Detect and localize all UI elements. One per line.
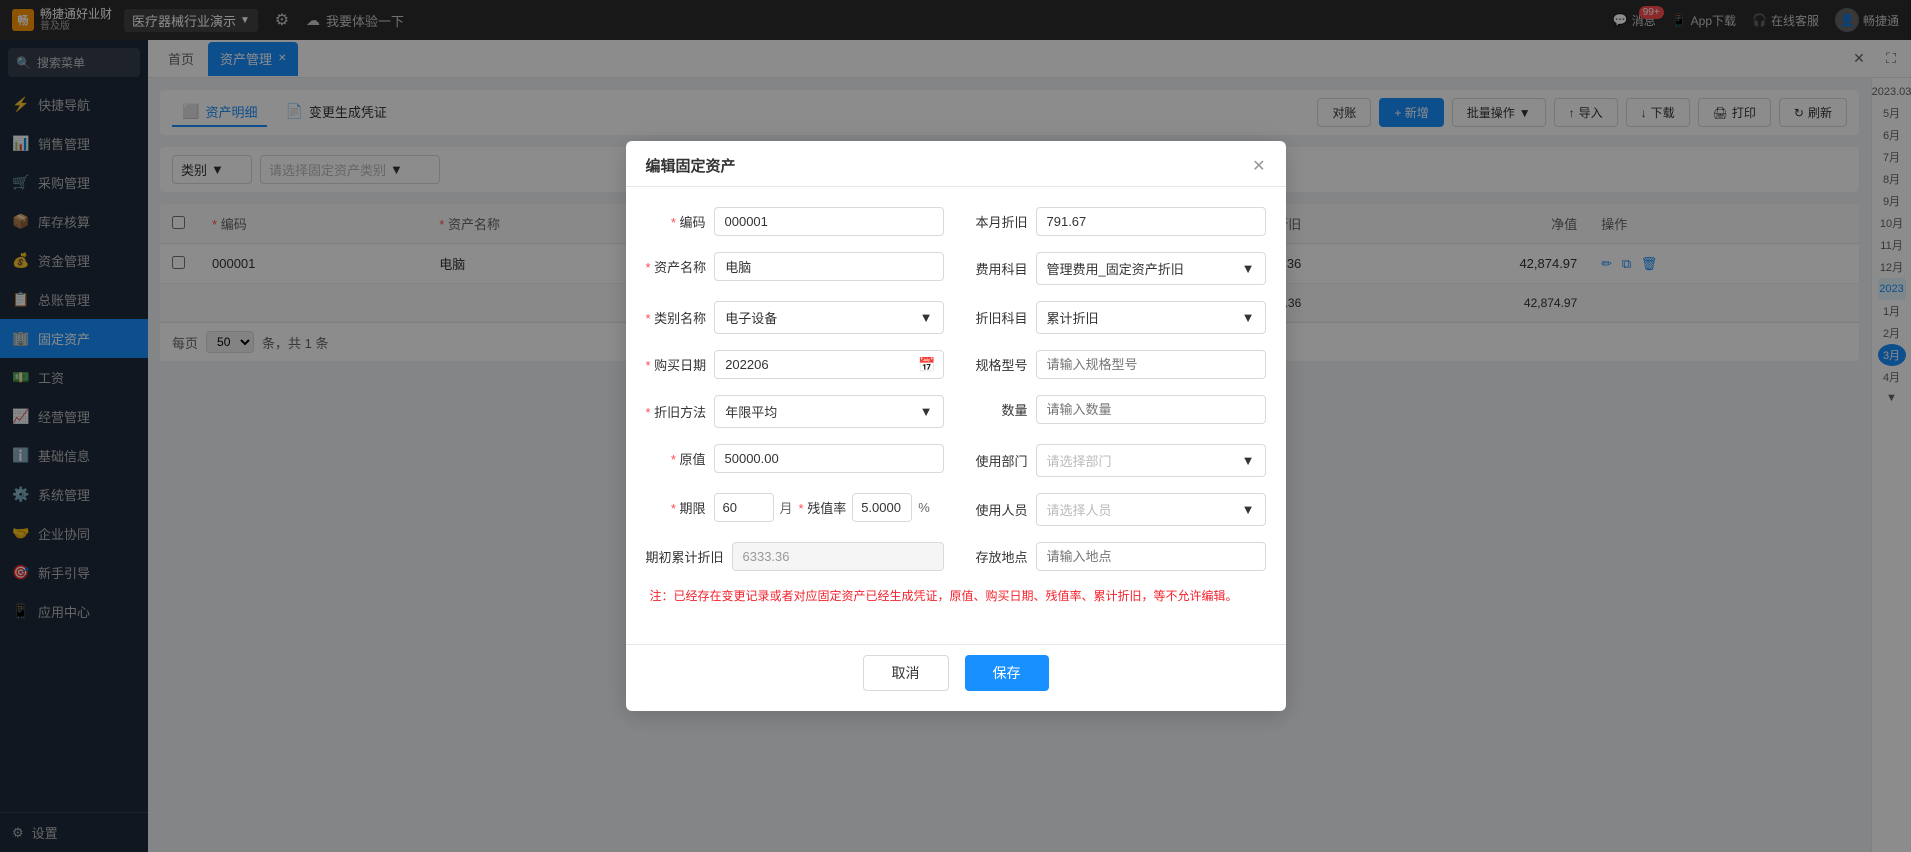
form-group-name: 资产名称 (646, 252, 944, 281)
initial-dep-input[interactable] (732, 542, 944, 571)
form-row-5: 折旧方法 年限平均 ▼ 数量 (646, 395, 1266, 428)
location-input[interactable] (1036, 542, 1266, 571)
calendar-icon[interactable]: 📅 (918, 356, 935, 373)
form-group-monthly-dep: 本月折旧 (968, 207, 1266, 236)
period-unit: 月 (780, 498, 793, 517)
dep-account-value: 累计折旧 (1047, 308, 1099, 327)
expense-account-label: 费用科目 (968, 259, 1028, 278)
form-group-expense-account: 费用科目 管理费用_固定资产折旧 ▼ (968, 252, 1266, 285)
edit-asset-modal: 编辑固定资产 ✕ 编码 本月折旧 资产名称 (626, 141, 1286, 711)
modal-body: 编码 本月折旧 资产名称 费用科目 管理费用_固定资产折旧 (626, 187, 1286, 640)
form-group-purchase-date: 购买日期 📅 (646, 350, 944, 379)
form-row-4: 购买日期 📅 规格型号 (646, 350, 1266, 379)
code-label: 编码 (646, 212, 706, 231)
form-group-original-value: 原值 (646, 444, 944, 473)
dep-account-dropdown-icon: ▼ (1242, 310, 1255, 325)
residual-rate-label: 残值率 (799, 498, 847, 517)
form-row-3: 类别名称 电子设备 ▼ 折旧科目 累计折旧 ▼ (646, 301, 1266, 334)
form-group-quantity: 数量 (968, 395, 1266, 424)
form-group-dep-method: 折旧方法 年限平均 ▼ (646, 395, 944, 428)
department-label: 使用部门 (968, 451, 1028, 470)
department-select[interactable]: 请选择部门 ▼ (1036, 444, 1266, 477)
modal-header: 编辑固定资产 ✕ (626, 141, 1286, 187)
user-select[interactable]: 请选择人员 ▼ (1036, 493, 1266, 526)
purchase-date-input[interactable] (714, 350, 943, 379)
asset-name-label: 资产名称 (646, 257, 707, 276)
cancel-btn[interactable]: 取消 (863, 655, 949, 691)
form-group-user: 使用人员 请选择人员 ▼ (968, 493, 1266, 526)
dep-account-label: 折旧科目 (968, 308, 1028, 327)
form-group-initial-dep: 期初累计折旧 (646, 542, 944, 571)
form-group-category: 类别名称 电子设备 ▼ (646, 301, 944, 334)
form-group-spec: 规格型号 (968, 350, 1266, 379)
purchase-date-wrapper: 📅 (714, 350, 943, 379)
period-inline-row: 月 残值率 % (714, 493, 944, 522)
form-group-department: 使用部门 请选择部门 ▼ (968, 444, 1266, 477)
original-value-input[interactable] (714, 444, 944, 473)
code-input[interactable] (714, 207, 944, 236)
category-label: 类别名称 (646, 308, 707, 327)
form-group-code: 编码 (646, 207, 944, 236)
department-dropdown-icon: ▼ (1242, 453, 1255, 468)
category-dropdown-icon: ▼ (920, 310, 933, 325)
period-label: 期限 (646, 498, 706, 517)
modal-overlay: 编辑固定资产 ✕ 编码 本月折旧 资产名称 (0, 0, 1911, 852)
form-row-1: 编码 本月折旧 (646, 207, 1266, 236)
form-group-period-residual: 期限 月 残值率 % (646, 493, 944, 522)
dep-method-value: 年限平均 (725, 402, 777, 421)
form-row-7: 期限 月 残值率 % 使用人员 请选择人员 ▼ (646, 493, 1266, 526)
modal-footer: 取消 保存 (626, 644, 1286, 711)
spec-input[interactable] (1036, 350, 1266, 379)
user-placeholder: 请选择人员 (1047, 500, 1112, 519)
dep-account-select[interactable]: 累计折旧 ▼ (1036, 301, 1266, 334)
form-group-location: 存放地点 (968, 542, 1266, 571)
department-placeholder: 请选择部门 (1047, 451, 1112, 470)
form-row-2: 资产名称 费用科目 管理费用_固定资产折旧 ▼ (646, 252, 1266, 285)
monthly-dep-label: 本月折旧 (968, 212, 1028, 231)
initial-dep-label: 期初累计折旧 (646, 547, 724, 566)
modal-title: 编辑固定资产 (646, 155, 736, 176)
quantity-label: 数量 (968, 400, 1028, 419)
quantity-input[interactable] (1036, 395, 1266, 424)
original-value-label: 原值 (646, 449, 706, 468)
category-value: 电子设备 (725, 308, 777, 327)
user-dropdown-icon: ▼ (1242, 502, 1255, 517)
dep-method-dropdown-icon: ▼ (920, 404, 933, 419)
asset-name-input[interactable] (714, 252, 943, 281)
residual-rate-input[interactable] (852, 493, 912, 522)
expense-account-value: 管理费用_固定资产折旧 (1047, 259, 1184, 278)
monthly-dep-input[interactable] (1036, 207, 1266, 236)
form-row-8: 期初累计折旧 存放地点 (646, 542, 1266, 571)
modal-note: 注：已经存在变更记录或者对应固定资产已经生成凭证，原值、购买日期、残值率、累计折… (646, 587, 1266, 604)
expense-account-select[interactable]: 管理费用_固定资产折旧 ▼ (1036, 252, 1266, 285)
period-input[interactable] (714, 493, 774, 522)
form-group-dep-account: 折旧科目 累计折旧 ▼ (968, 301, 1266, 334)
form-row-6: 原值 使用部门 请选择部门 ▼ (646, 444, 1266, 477)
residual-rate-unit: % (918, 500, 930, 515)
purchase-date-label: 购买日期 (646, 355, 707, 374)
modal-close-btn[interactable]: ✕ (1252, 156, 1265, 176)
location-label: 存放地点 (968, 547, 1028, 566)
user-label: 使用人员 (968, 500, 1028, 519)
dep-method-select[interactable]: 年限平均 ▼ (714, 395, 943, 428)
expense-account-dropdown-icon: ▼ (1242, 261, 1255, 276)
dep-method-label: 折旧方法 (646, 402, 707, 421)
save-btn[interactable]: 保存 (965, 655, 1049, 691)
category-select[interactable]: 电子设备 ▼ (714, 301, 943, 334)
spec-label: 规格型号 (968, 355, 1028, 374)
